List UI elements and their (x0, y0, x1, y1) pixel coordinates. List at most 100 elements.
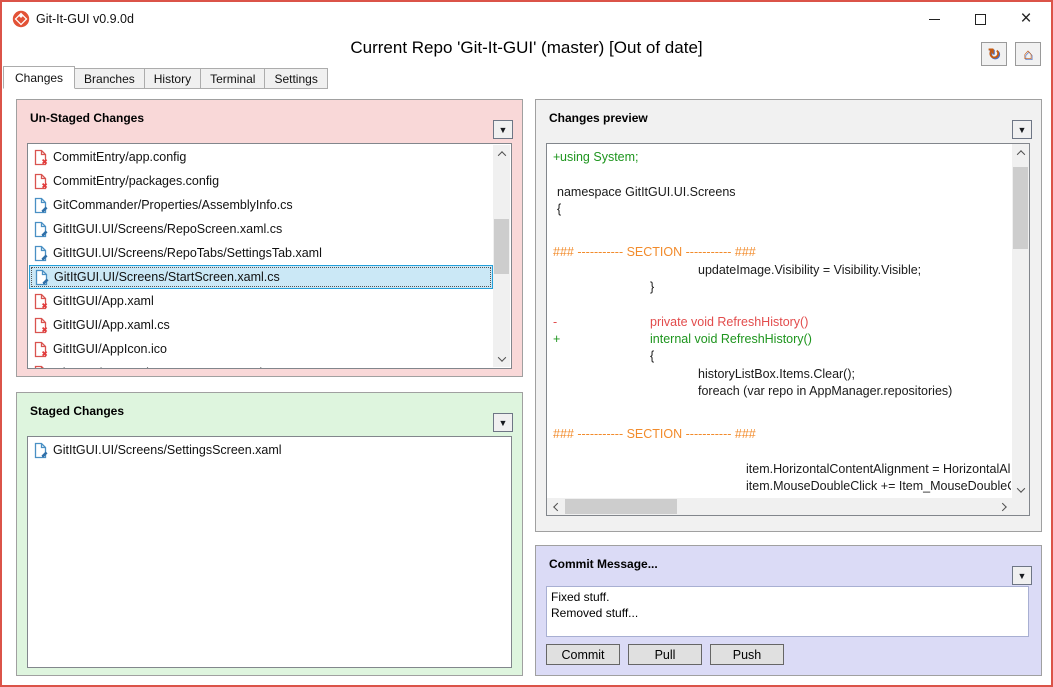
scrollbar-thumb[interactable] (1013, 167, 1028, 249)
diff-code-text: item.MouseDoubleClick += Item_MouseDoubl… (746, 478, 1011, 495)
refresh-button[interactable]: ↻ (981, 42, 1007, 66)
unstaged-changes-panel: Un-Staged Changes ▼ CommitEntry/app.conf… (16, 99, 523, 377)
diff-marker: - (553, 314, 557, 331)
file-name: GitItGUI.UI/Screens/RepoTabs/SettingsTab… (53, 246, 322, 260)
diff-line-add: +item.ContextMenu = new ContextMenu(); (548, 496, 1011, 497)
file-row[interactable]: CommitEntry/packages.config (29, 169, 493, 193)
modified-file-icon (32, 197, 53, 214)
close-button[interactable]: × (1003, 4, 1049, 34)
file-name: GitItGUI.UI/Screens/StartScreen.xaml.cs (54, 270, 280, 284)
chevron-down-icon: ▼ (1018, 571, 1027, 581)
diff-marker: + (553, 331, 560, 348)
home-button[interactable]: ⌂ (1015, 42, 1041, 66)
file-name: GitItGUI/App.xaml (53, 294, 154, 308)
scroll-right-icon[interactable] (995, 498, 1012, 515)
staged-changes-panel: Staged Changes ▼ GitItGUI.UI/Screens/Set… (16, 392, 523, 676)
modified-file-icon (32, 442, 53, 459)
scroll-down-icon[interactable] (493, 350, 510, 367)
diff-code-text: using System; (560, 149, 639, 166)
preview-vertical-scrollbar[interactable] (1012, 144, 1029, 498)
modified-file-icon (33, 269, 54, 286)
diff-line-section: ### ----------- SECTION ----------- ### (548, 426, 1011, 443)
file-row[interactable]: CommitEntry/app.config (29, 145, 493, 169)
titlebar: Git-It-GUI v0.9.0d × (4, 4, 1049, 34)
commit-message-panel: Commit Message... ▼ Fixed stuff. Removed… (535, 545, 1042, 676)
tab-history[interactable]: History (144, 68, 201, 89)
diff-code-text: } (650, 279, 654, 296)
chevron-down-icon: ▼ (499, 418, 508, 428)
preview-dropdown-button[interactable]: ▼ (1012, 120, 1032, 139)
scroll-up-icon[interactable] (1012, 144, 1029, 161)
diff-line-ctx: updateImage.Visibility = Visibility.Visi… (548, 262, 1011, 279)
diff-line-ctx: historyListBox.Items.Clear(); (548, 366, 1011, 383)
file-row[interactable]: GitItGUI.UI/Screens/RepoTabs/SettingsTab… (29, 241, 493, 265)
push-button[interactable]: Push (710, 644, 784, 665)
staged-dropdown-button[interactable]: ▼ (493, 413, 513, 432)
preview-horizontal-scrollbar[interactable] (547, 498, 1012, 515)
app-logo-icon (12, 10, 30, 28)
diff-line-section: ### ----------- SECTION ----------- ### (548, 244, 1011, 261)
diff-code-text: { (557, 201, 561, 218)
diff-code-text: private void RefreshHistory() (650, 314, 808, 331)
diff-code-text: namespace GitItGUI.UI.Screens (557, 184, 736, 201)
tab-branches[interactable]: Branches (74, 68, 145, 89)
unstaged-file-list: CommitEntry/app.config CommitEntry/packag… (27, 143, 512, 369)
diff-code-text: item.HorizontalContentAlignment = Horizo… (746, 461, 1011, 478)
file-row[interactable]: GitItGUI/AppIcon.ico (29, 337, 493, 361)
file-name: CommitEntry/packages.config (53, 174, 219, 188)
maximize-button[interactable] (957, 4, 1003, 34)
commit-button[interactable]: Commit (546, 644, 620, 665)
file-name: GitItGUI.UI/Screens/RepoScreen.xaml.cs (53, 222, 282, 236)
unstaged-panel-title: Un-Staged Changes (30, 111, 144, 125)
diff-code-text: historyListBox.Items.Clear(); (698, 366, 855, 383)
scrollbar-thumb[interactable] (494, 219, 509, 274)
diff-code-text: updateImage.Visibility = Visibility.Visi… (698, 262, 921, 279)
diff-line-ctx: namespace GitItGUI.UI.Screens (548, 184, 1011, 201)
diff-preview: +using System; namespace GitItGUI.UI.Scr… (546, 143, 1030, 516)
diff-code-text: ### ----------- SECTION ----------- ### (553, 244, 756, 261)
commit-message-input[interactable]: Fixed stuff. Removed stuff... (546, 586, 1029, 637)
deleted-file-icon (32, 365, 53, 369)
home-icon: ⌂ (1023, 47, 1032, 62)
file-row[interactable]: GitItGUI/App.xaml (29, 289, 493, 313)
diff-line-blank (548, 166, 1011, 183)
file-row[interactable]: GitItGUI.UI/Screens/SettingsScreen.xaml (29, 438, 510, 462)
deleted-file-icon (32, 293, 53, 310)
file-row[interactable]: GitItGUI/AppSettings.Resources.xaml (29, 361, 493, 368)
unstaged-vertical-scrollbar[interactable] (493, 145, 510, 367)
scroll-left-icon[interactable] (547, 498, 564, 515)
file-row[interactable]: GitItGUI.UI/Screens/StartScreen.xaml.cs (29, 265, 493, 289)
diff-line-add: +using System; (548, 149, 1011, 166)
minimize-button[interactable] (911, 4, 957, 34)
diff-line-ctx: foreach (var repo in AppManager.reposito… (548, 383, 1011, 400)
tab-changes[interactable]: Changes (3, 66, 75, 89)
file-row[interactable]: GitItGUI/App.xaml.cs (29, 313, 493, 337)
diff-line-blank (548, 218, 1011, 235)
file-row[interactable]: GitCommander/Properties/AssemblyInfo.cs (29, 193, 493, 217)
diff-line-blank (548, 296, 1011, 313)
app-window: Git-It-GUI v0.9.0d × Current Repo 'Git-I… (0, 0, 1053, 687)
tab-terminal[interactable]: Terminal (200, 68, 265, 89)
close-icon: × (1020, 9, 1031, 28)
minimize-icon (929, 19, 940, 20)
maximize-icon (975, 14, 986, 25)
scrollbar-corner (1012, 498, 1029, 515)
pull-button[interactable]: Pull (628, 644, 702, 665)
commit-dropdown-button[interactable]: ▼ (1012, 566, 1032, 585)
modified-file-icon (32, 221, 53, 238)
diff-text-area[interactable]: +using System; namespace GitItGUI.UI.Scr… (548, 145, 1011, 497)
file-name: GitCommander/Properties/AssemblyInfo.cs (53, 198, 293, 212)
diff-marker: + (553, 149, 560, 166)
scroll-up-icon[interactable] (493, 145, 510, 162)
scroll-down-icon[interactable] (1012, 481, 1029, 498)
commit-panel-title: Commit Message... (549, 557, 658, 571)
modified-file-icon (32, 245, 53, 262)
staged-panel-title: Staged Changes (30, 404, 124, 418)
file-row[interactable]: GitItGUI.UI/Screens/RepoScreen.xaml.cs (29, 217, 493, 241)
deleted-file-icon (32, 173, 53, 190)
diff-line-ctx: } (548, 279, 1011, 296)
scrollbar-thumb[interactable] (565, 499, 677, 514)
tab-settings[interactable]: Settings (264, 68, 327, 89)
diff-line-ctx: { (548, 348, 1011, 365)
unstaged-dropdown-button[interactable]: ▼ (493, 120, 513, 139)
